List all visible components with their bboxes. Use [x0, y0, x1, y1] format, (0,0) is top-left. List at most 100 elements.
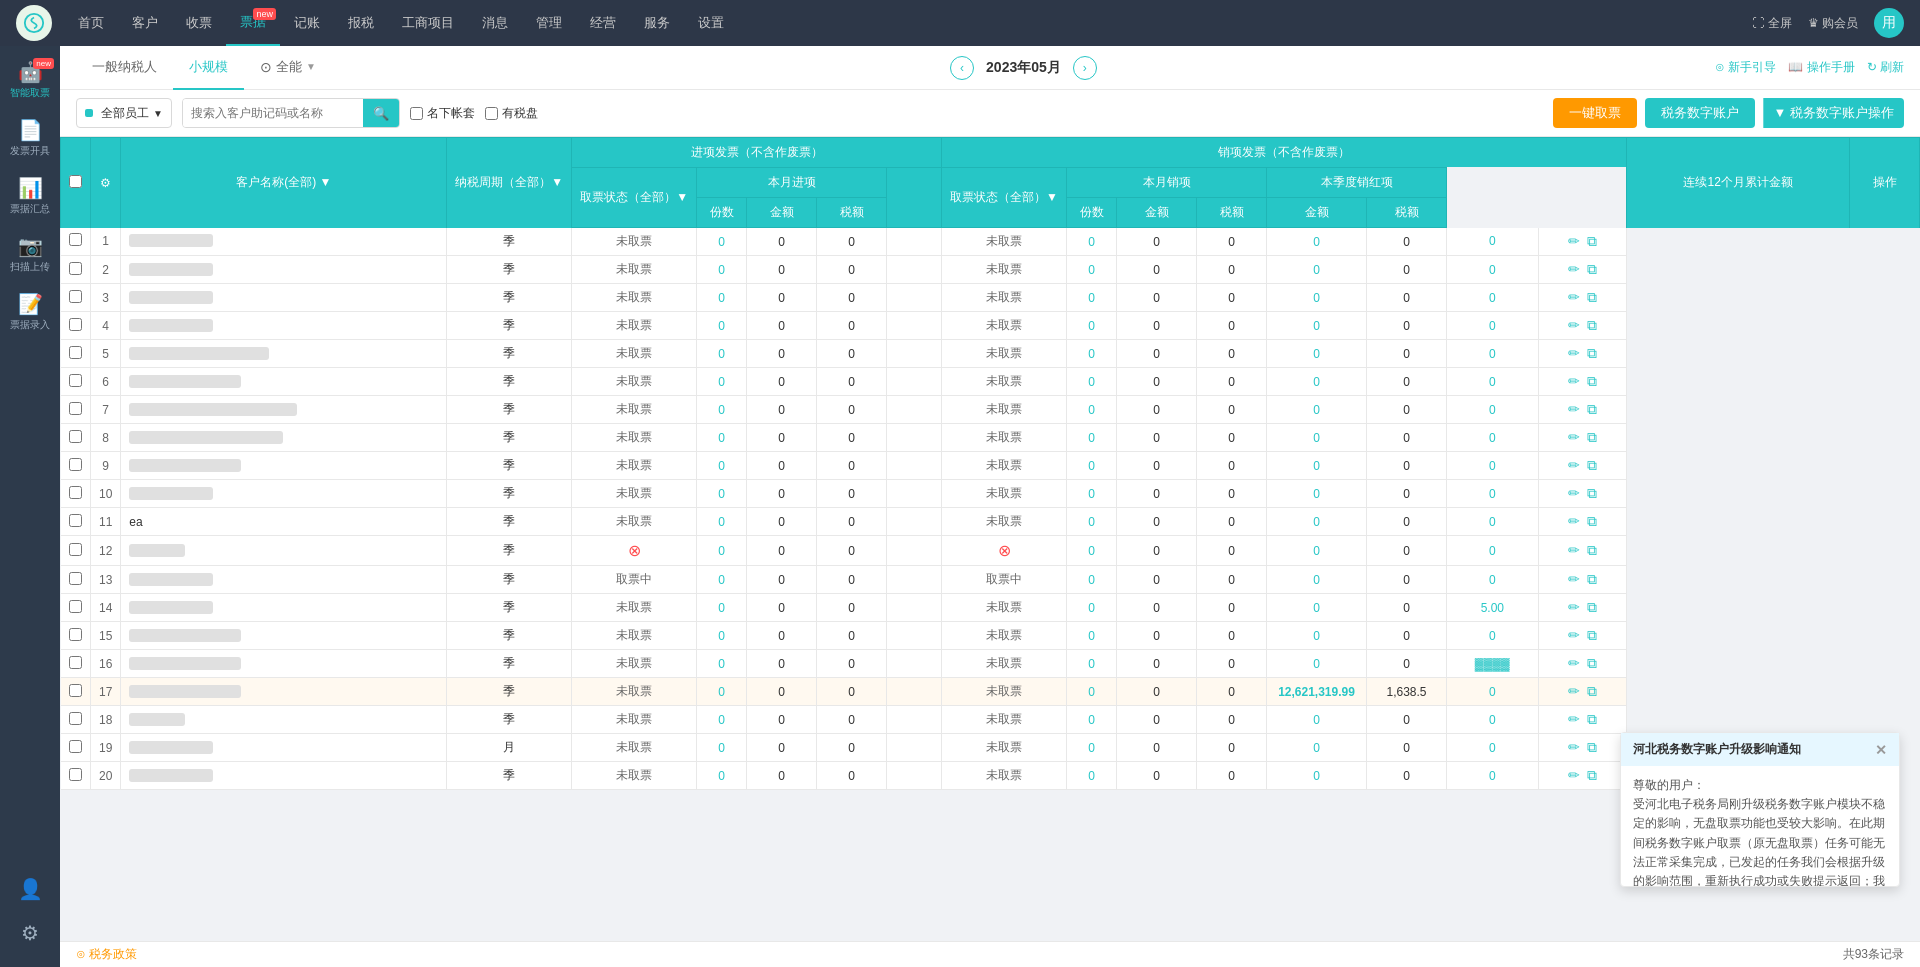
row-in-count-cell[interactable]: 0 — [697, 706, 747, 734]
row-in-count-cell[interactable]: 0 — [697, 594, 747, 622]
copy-icon[interactable]: ⧉ — [1587, 711, 1597, 727]
row-out-count-cell[interactable]: 0 — [1067, 650, 1117, 678]
copy-icon[interactable]: ⧉ — [1587, 571, 1597, 587]
copy-icon[interactable]: ⧉ — [1587, 261, 1597, 277]
row-checkbox-cell[interactable] — [61, 566, 91, 594]
row-in-count-cell[interactable]: 0 — [697, 256, 747, 284]
row-checkbox-cell[interactable] — [61, 536, 91, 566]
refund-amount[interactable]: 0 — [1313, 235, 1320, 249]
copy-icon[interactable]: ⧉ — [1587, 289, 1597, 305]
nav-client[interactable]: 客户 — [118, 0, 172, 46]
row-in-count-cell[interactable]: 0 — [697, 566, 747, 594]
row-checkbox[interactable] — [69, 628, 82, 641]
row-checkbox[interactable] — [69, 374, 82, 387]
row-name-cell[interactable]: ████████████████████ — [121, 340, 447, 368]
row-accumulated-cell[interactable]: 0 — [1447, 312, 1539, 340]
row-checkbox-cell[interactable] — [61, 256, 91, 284]
edit-icon[interactable]: ✏ — [1568, 289, 1580, 305]
row-checkbox[interactable] — [69, 768, 82, 781]
row-in-count-cell[interactable]: 0 — [697, 622, 747, 650]
accumulated-link[interactable]: 0 — [1489, 319, 1496, 333]
row-out-count-cell[interactable]: 0 — [1067, 734, 1117, 762]
row-out-count-cell[interactable]: 0 — [1067, 284, 1117, 312]
digital-account-btn[interactable]: 税务数字账户 — [1645, 98, 1755, 128]
edit-icon[interactable]: ✏ — [1568, 429, 1580, 445]
row-accumulated-cell[interactable]: 0 — [1447, 284, 1539, 312]
row-accumulated-cell[interactable]: 0 — [1447, 424, 1539, 452]
accumulated-link[interactable]: 0 — [1489, 459, 1496, 473]
row-checkbox[interactable] — [69, 458, 82, 471]
copy-icon[interactable]: ⧉ — [1587, 429, 1597, 445]
row-checkbox[interactable] — [69, 543, 82, 556]
row-accumulated-cell[interactable]: 0 — [1447, 566, 1539, 594]
row-out-count-cell[interactable]: 0 — [1067, 340, 1117, 368]
accumulated-link[interactable]: 0 — [1489, 515, 1496, 529]
refund-amount[interactable]: 0 — [1313, 375, 1320, 389]
edit-icon[interactable]: ✏ — [1568, 457, 1580, 473]
row-checkbox-cell[interactable] — [61, 340, 91, 368]
accumulated-link[interactable]: ▓▓▓▓ — [1475, 657, 1510, 671]
refund-amount[interactable]: 0 — [1313, 657, 1320, 671]
row-checkbox[interactable] — [69, 318, 82, 331]
row-checkbox[interactable] — [69, 430, 82, 443]
copy-icon[interactable]: ⧉ — [1587, 457, 1597, 473]
refund-amount[interactable]: 0 — [1313, 629, 1320, 643]
row-checkbox-cell[interactable] — [61, 622, 91, 650]
row-checkbox[interactable] — [69, 712, 82, 725]
row-out-count-cell[interactable]: 0 — [1067, 480, 1117, 508]
copy-icon[interactable]: ⧉ — [1587, 739, 1597, 755]
tab-general-taxpayer[interactable]: 一般纳税人 — [76, 46, 173, 90]
user-avatar[interactable]: 用 — [1874, 8, 1904, 38]
edit-icon[interactable]: ✏ — [1568, 345, 1580, 361]
row-checkbox[interactable] — [69, 486, 82, 499]
row-out-count-cell[interactable]: 0 — [1067, 312, 1117, 340]
row-name-cell[interactable]: ████████████████ — [121, 650, 447, 678]
row-checkbox[interactable] — [69, 600, 82, 613]
row-in-count-cell[interactable]: 0 — [697, 678, 747, 706]
accumulated-link[interactable]: 0 — [1489, 291, 1496, 305]
sidebar-item-gear[interactable]: ⚙ — [2, 915, 58, 951]
accumulated-link[interactable]: 0 — [1489, 713, 1496, 727]
tab-all[interactable]: ⊙ 全能 ▼ — [244, 46, 332, 90]
edit-icon[interactable]: ✏ — [1568, 542, 1580, 558]
copy-icon[interactable]: ⧉ — [1587, 683, 1597, 699]
nav-service[interactable]: 服务 — [630, 0, 684, 46]
row-accumulated-cell[interactable]: 0 — [1447, 734, 1539, 762]
row-out-count-cell[interactable]: 0 — [1067, 396, 1117, 424]
nav-home[interactable]: 首页 — [64, 0, 118, 46]
nav-receive[interactable]: 收票 — [172, 0, 226, 46]
row-in-count-cell[interactable]: 0 — [697, 228, 747, 256]
refund-amount[interactable]: 0 — [1313, 769, 1320, 783]
refresh-btn[interactable]: ↻ 刷新 — [1867, 59, 1904, 76]
edit-icon[interactable]: ✏ — [1568, 401, 1580, 417]
row-accumulated-cell[interactable]: 0 — [1447, 536, 1539, 566]
nav-manage[interactable]: 管理 — [522, 0, 576, 46]
accumulated-link[interactable]: 0 — [1489, 403, 1496, 417]
row-accumulated-cell[interactable]: 0 — [1447, 678, 1539, 706]
row-in-count-cell[interactable]: 0 — [697, 536, 747, 566]
row-checkbox[interactable] — [69, 740, 82, 753]
refund-amount[interactable]: 12,621,319.99 — [1278, 685, 1355, 699]
nav-tax[interactable]: 报税 — [334, 0, 388, 46]
th-client-name[interactable]: 客户名称(全部) ▼ — [121, 138, 447, 228]
filter-checkbox-taxdisk[interactable]: 有税盘 — [485, 105, 538, 122]
row-accumulated-cell[interactable]: 0 — [1447, 396, 1539, 424]
row-checkbox-cell[interactable] — [61, 424, 91, 452]
row-name-cell[interactable]: ████████████ — [121, 284, 447, 312]
row-checkbox-cell[interactable] — [61, 594, 91, 622]
row-checkbox[interactable] — [69, 290, 82, 303]
row-accumulated-cell[interactable]: 0 — [1447, 762, 1539, 790]
edit-icon[interactable]: ✏ — [1568, 711, 1580, 727]
row-in-count-cell[interactable]: 0 — [697, 368, 747, 396]
row-in-count-cell[interactable]: 0 — [697, 650, 747, 678]
row-in-count-cell[interactable]: 0 — [697, 312, 747, 340]
accumulated-link[interactable]: 0 — [1489, 769, 1496, 783]
copy-icon[interactable]: ⧉ — [1587, 485, 1597, 501]
edit-icon[interactable]: ✏ — [1568, 261, 1580, 277]
row-accumulated-cell[interactable]: 0 — [1447, 228, 1539, 256]
row-checkbox[interactable] — [69, 402, 82, 415]
row-name-cell[interactable]: ████████████████ — [121, 678, 447, 706]
row-accumulated-cell[interactable]: ▓▓▓▓ — [1447, 650, 1539, 678]
row-accumulated-cell[interactable]: 0 — [1447, 256, 1539, 284]
refund-amount[interactable]: 0 — [1313, 403, 1320, 417]
